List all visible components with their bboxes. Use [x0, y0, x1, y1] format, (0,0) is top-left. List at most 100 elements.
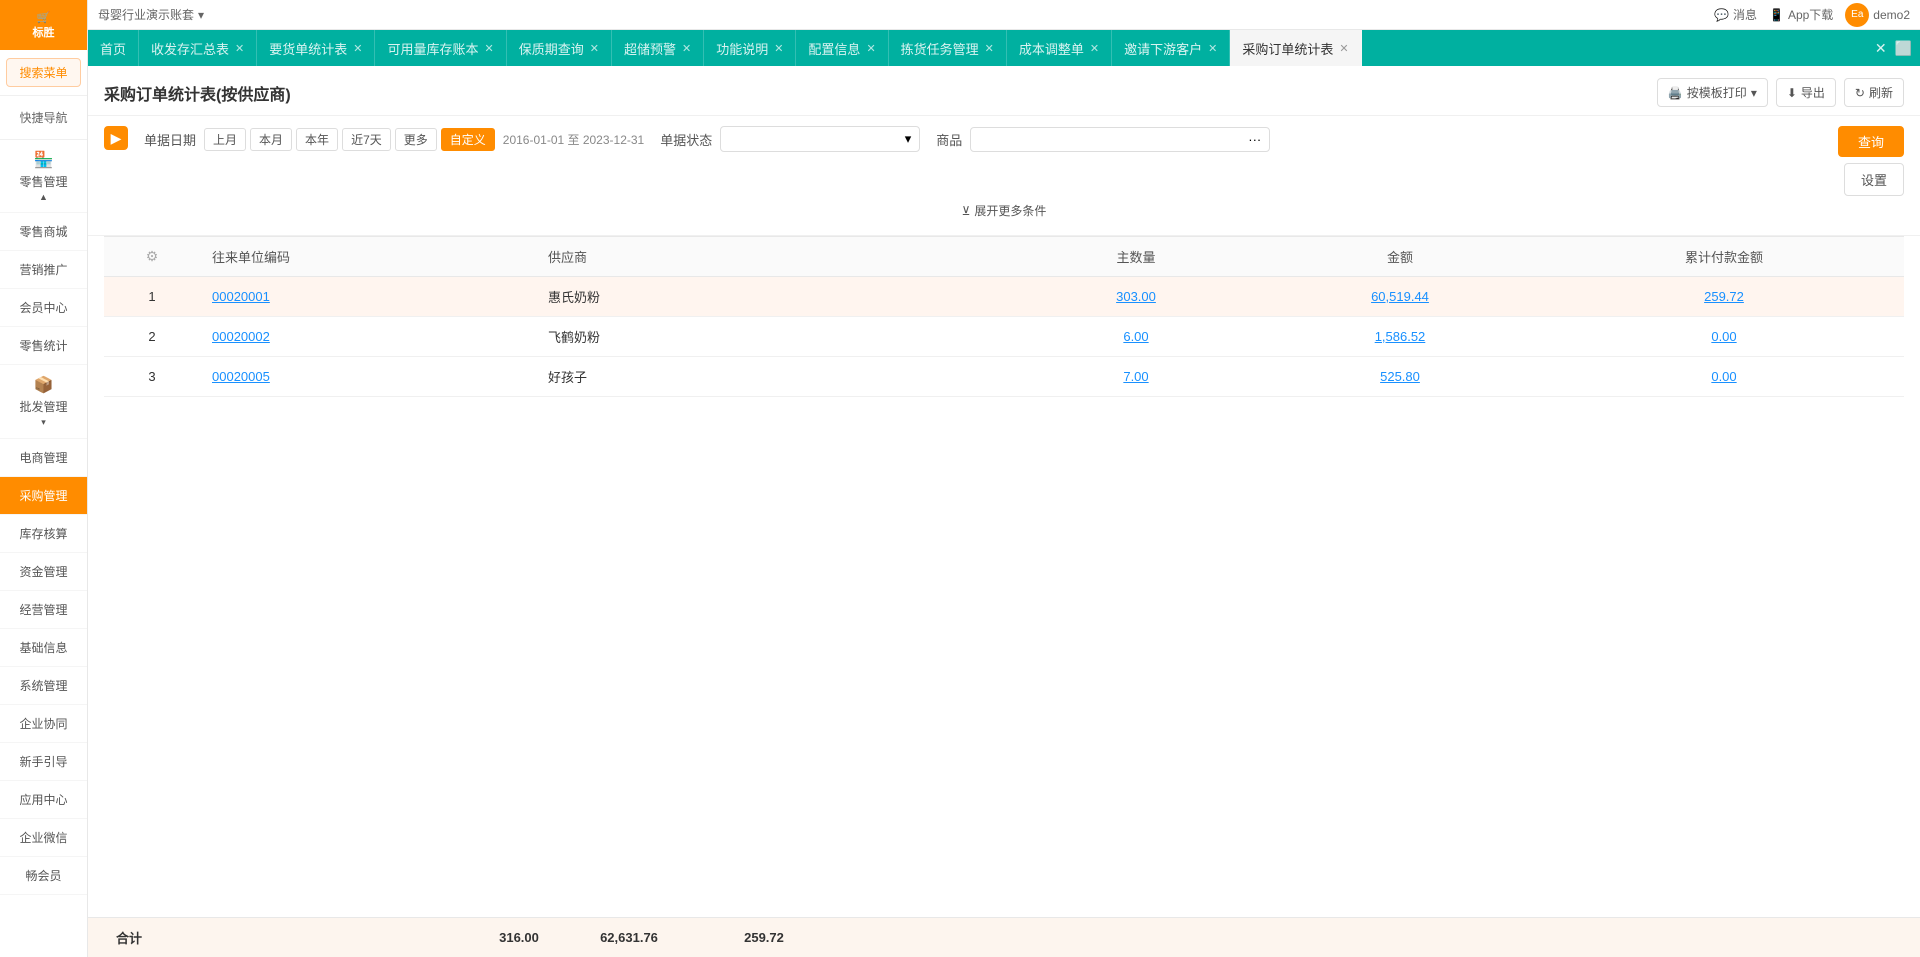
template-print-button[interactable]: 🖨️ 按模板打印 ▾	[1657, 78, 1768, 107]
sidebar-item-enterprise-collab[interactable]: 企业协同	[0, 705, 87, 743]
tab-close-icon[interactable]: ✕	[774, 42, 783, 55]
sidebar-item-ecom-mgmt[interactable]: 电商管理	[0, 439, 87, 477]
refresh-button[interactable]: ↻ 刷新	[1844, 78, 1904, 107]
retail-mgmt-icon: 🏪	[34, 150, 54, 170]
tab-invite-downstream[interactable]: 邀请下游客户 ✕	[1112, 30, 1230, 66]
tab-home[interactable]: 首页	[88, 30, 139, 66]
tab-config-info[interactable]: 配置信息 ✕	[796, 30, 888, 66]
sidebar-item-retail-mgmt[interactable]: 🏪 零售管理 ▲	[0, 140, 87, 213]
ellipsis-icon: ···	[1248, 132, 1261, 147]
sidebar-item-label: 库存核算	[19, 525, 67, 542]
sidebar-item-app-center[interactable]: 应用中心	[0, 781, 87, 819]
tab-close-icon[interactable]: ✕	[985, 42, 994, 55]
sidebar-item-basic-info[interactable]: 基础信息	[0, 629, 87, 667]
status-dropdown[interactable]: ▾	[720, 126, 920, 152]
tab-surplus-warning[interactable]: 超储预警 ✕	[612, 30, 704, 66]
tab-purchase-stats[interactable]: 采购订单统计表 ✕	[1230, 30, 1361, 66]
app-download-button[interactable]: 📱 App下载	[1769, 6, 1833, 23]
tab-warranty-query[interactable]: 保质期查询 ✕	[507, 30, 612, 66]
th-checkbox: ⚙	[104, 237, 200, 277]
tab-inventory-ledger[interactable]: 可用量库存账本 ✕	[375, 30, 506, 66]
date-7days[interactable]: 近7天	[342, 128, 391, 151]
sidebar-item-sys-mgmt[interactable]: 系统管理	[0, 667, 87, 705]
message-button[interactable]: 💬 消息	[1714, 6, 1757, 23]
sidebar-item-wholesale-mgmt[interactable]: 📦 批发管理 ▾	[0, 365, 87, 439]
tab-goods-stats[interactable]: 要货单统计表 ✕	[257, 30, 375, 66]
tab-close-icon[interactable]: ✕	[353, 42, 362, 55]
sidebar-search-section: 搜索菜单	[0, 50, 87, 96]
tab-label: 要货单统计表	[269, 39, 347, 58]
td-amount[interactable]: 525.80	[1256, 357, 1544, 397]
status-filter-section: 单据状态 ▾	[660, 126, 920, 152]
tab-close-icon[interactable]: ✕	[1090, 42, 1099, 55]
tab-close-icon[interactable]: ✕	[235, 42, 244, 55]
tab-collect-pay[interactable]: 收发存汇总表 ✕	[139, 30, 257, 66]
footer-label: 合计	[116, 928, 469, 947]
content-area: 采购订单统计表(按供应商) 🖨️ 按模板打印 ▾ ⬇ 导出 ↻ 刷新	[88, 66, 1920, 957]
nav-tabs-bar: 首页 收发存汇总表 ✕ 要货单统计表 ✕ 可用量库存账本 ✕ 保质期查询 ✕ 超…	[88, 30, 1920, 66]
sidebar-item-inventory[interactable]: 库存核算	[0, 515, 87, 553]
tab-close-icon[interactable]: ✕	[590, 42, 599, 55]
td-amount[interactable]: 60,519.44	[1256, 277, 1544, 317]
tab-pick-task[interactable]: 拣货任务管理 ✕	[889, 30, 1007, 66]
workspace-name: 母婴行业演示账套	[98, 6, 194, 23]
sidebar-item-retail-stats[interactable]: 零售统计	[0, 327, 87, 365]
user-avatar: Ea	[1845, 3, 1869, 27]
date-custom[interactable]: 自定义	[441, 128, 495, 151]
tab-func-desc[interactable]: 功能说明 ✕	[704, 30, 796, 66]
search-menu-button[interactable]: 搜索菜单	[6, 58, 81, 87]
settings-button[interactable]: 设置	[1844, 163, 1904, 196]
sidebar-item-purchase-mgmt[interactable]: 采购管理	[0, 477, 87, 515]
sidebar-item-new-guide[interactable]: 新手引导	[0, 743, 87, 781]
user-menu[interactable]: Ea demo2	[1845, 3, 1910, 27]
filter-toggle-button[interactable]: ▶	[104, 126, 128, 150]
sidebar-item-quicknav[interactable]: 快捷导航	[6, 104, 81, 131]
export-button[interactable]: ⬇ 导出	[1776, 78, 1836, 107]
td-seq: 1	[104, 277, 200, 317]
date-this-year[interactable]: 本年	[296, 128, 338, 151]
close-tab-icon[interactable]: ✕	[1875, 40, 1887, 57]
logo-text: 标胜	[33, 24, 55, 40]
td-code[interactable]: 00020005	[200, 357, 536, 397]
date-range-display: 2016-01-01 至 2023-12-31	[503, 131, 644, 148]
expand-more-button[interactable]: ⊻ 展开更多条件	[962, 202, 1047, 219]
td-amount[interactable]: 1,586.52	[1256, 317, 1544, 357]
wholesale-mgmt-icon: 📦	[34, 375, 54, 395]
column-settings-icon[interactable]: ⚙	[146, 248, 159, 264]
td-qty[interactable]: 303.00	[1016, 277, 1256, 317]
td-qty[interactable]: 7.00	[1016, 357, 1256, 397]
tab-close-icon[interactable]: ✕	[1208, 42, 1217, 55]
goods-search-input[interactable]: ···	[970, 127, 1270, 152]
sidebar-item-label: 营销推广	[19, 261, 67, 278]
tab-close-icon[interactable]: ✕	[485, 42, 494, 55]
td-qty[interactable]: 6.00	[1016, 317, 1256, 357]
sidebar-item-member-center[interactable]: 会员中心	[0, 289, 87, 327]
sidebar-item-enterprise-wechat[interactable]: 企业微信	[0, 819, 87, 857]
date-last-month[interactable]: 上月	[204, 128, 246, 151]
tab-label: 采购订单统计表	[1242, 39, 1333, 58]
chevron-up-icon: ▲	[39, 192, 48, 202]
tab-close-icon[interactable]: ✕	[866, 42, 875, 55]
td-code[interactable]: 00020001	[200, 277, 536, 317]
footer-qty: 316.00	[469, 930, 569, 945]
td-code[interactable]: 00020002	[200, 317, 536, 357]
page-header: 采购订单统计表(按供应商) 🖨️ 按模板打印 ▾ ⬇ 导出 ↻ 刷新	[88, 66, 1920, 116]
date-more[interactable]: 更多	[395, 128, 437, 151]
sidebar-item-finance[interactable]: 资金管理	[0, 553, 87, 591]
query-button[interactable]: 查询	[1838, 126, 1904, 157]
td-paid[interactable]: 0.00	[1544, 317, 1904, 357]
sidebar-item-label: 会员中心	[19, 299, 67, 316]
tab-cost-adjust[interactable]: 成本调整单 ✕	[1007, 30, 1112, 66]
sidebar-item-retail-shop[interactable]: 零售商城	[0, 213, 87, 251]
date-this-month[interactable]: 本月	[250, 128, 292, 151]
workspace-selector[interactable]: 母婴行业演示账套 ▾	[98, 6, 204, 23]
maximize-icon[interactable]: ⬜	[1895, 40, 1912, 57]
sidebar-item-ops-mgmt[interactable]: 经营管理	[0, 591, 87, 629]
sidebar-item-marketing[interactable]: 营销推广	[0, 251, 87, 289]
td-paid[interactable]: 0.00	[1544, 357, 1904, 397]
tab-close-icon[interactable]: ✕	[682, 42, 691, 55]
tab-close-icon[interactable]: ✕	[1339, 42, 1348, 55]
td-paid[interactable]: 259.72	[1544, 277, 1904, 317]
sidebar-item-member[interactable]: 畅会员	[0, 857, 87, 895]
sidebar-item-label: 企业协同	[19, 715, 67, 732]
